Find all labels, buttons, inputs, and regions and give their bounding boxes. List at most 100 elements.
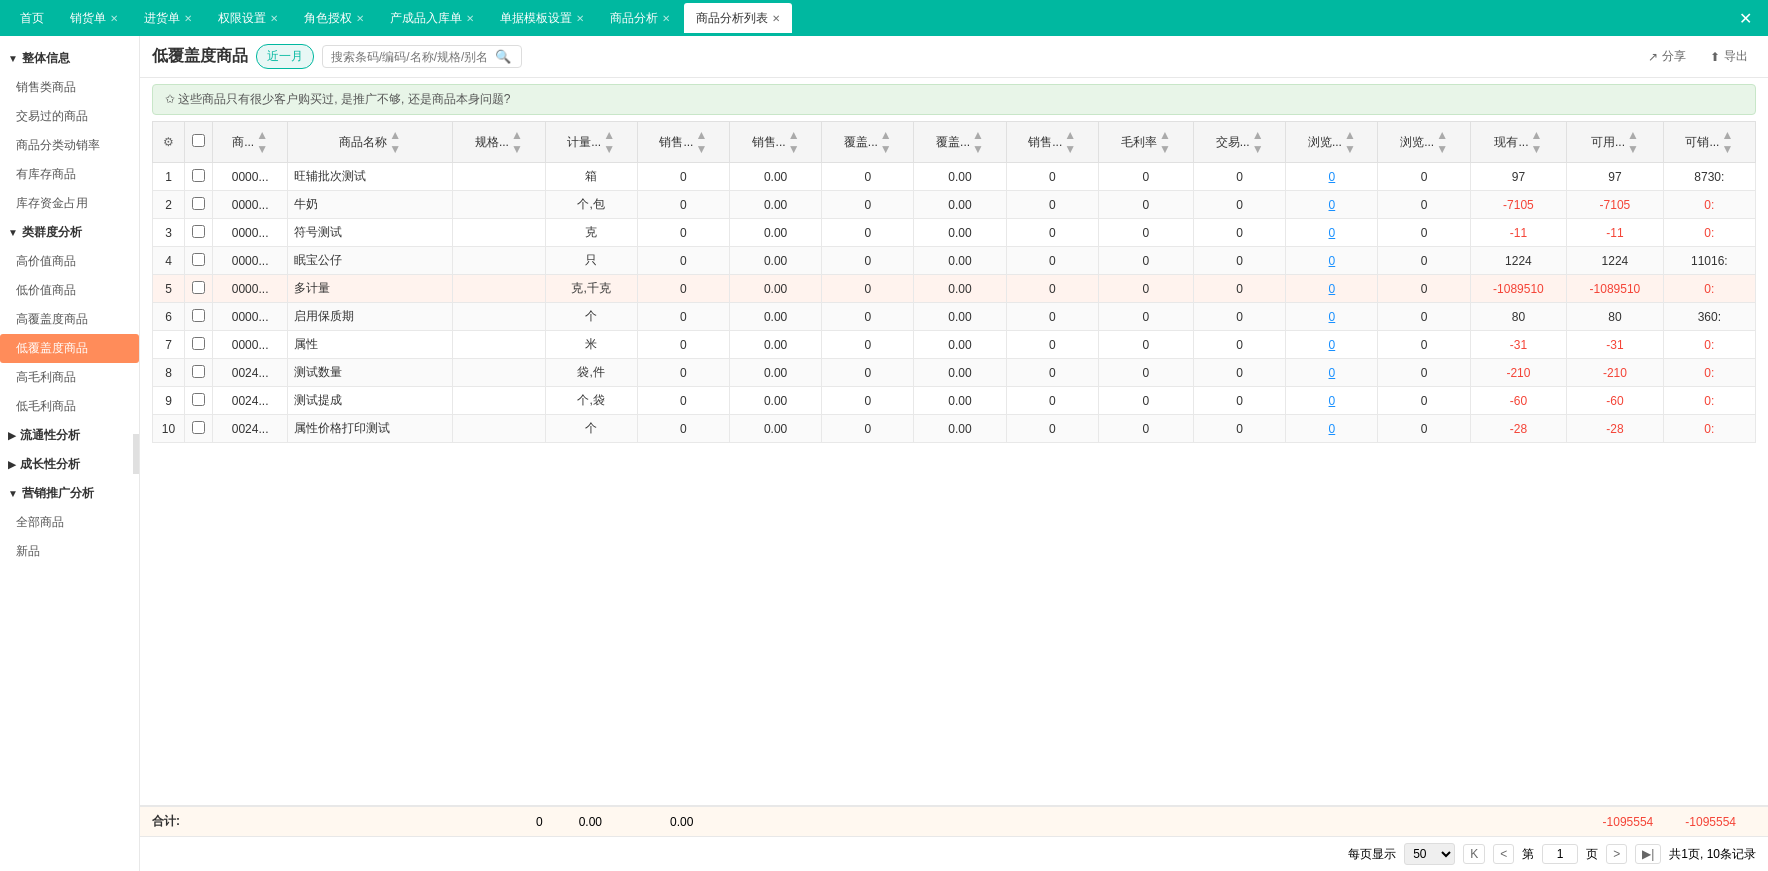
nav-template[interactable]: 单据模板设置 ✕ (488, 3, 596, 33)
sidebar-item-high-coverage[interactable]: 高覆盖度商品 (0, 305, 139, 334)
cell-check-2[interactable] (185, 219, 213, 247)
sidebar-item-traded-goods[interactable]: 交易过的商品 (0, 102, 139, 131)
cell-view1-0[interactable]: 0 (1286, 163, 1378, 191)
nav-analysis[interactable]: 商品分析 ✕ (598, 3, 682, 33)
nav-roles[interactable]: 角色授权 ✕ (292, 3, 376, 33)
sidebar-section-marketing[interactable]: ▼ 营销推广分析 (0, 479, 139, 508)
nav-permissions-close[interactable]: ✕ (270, 13, 278, 24)
search-input[interactable] (331, 50, 491, 64)
sidebar-item-new-goods[interactable]: 新品 (0, 537, 139, 566)
page-number-input[interactable] (1542, 844, 1578, 864)
col-gross-rate[interactable]: 毛利率▲▼ (1098, 122, 1193, 163)
cell-check-7[interactable] (185, 359, 213, 387)
cell-check-4[interactable] (185, 275, 213, 303)
col-sales-amount[interactable]: 销售...▲▼ (729, 122, 821, 163)
row-checkbox-5[interactable] (192, 309, 205, 322)
export-button[interactable]: ⬆ 导出 (1702, 45, 1756, 68)
row-checkbox-2[interactable] (192, 225, 205, 238)
nav-purchase-close[interactable]: ✕ (184, 13, 192, 24)
sidebar-section-flow[interactable]: ▶ 流通性分析 (0, 421, 139, 450)
sidebar-item-sales-goods[interactable]: 销售类商品 (0, 73, 139, 102)
cell-view1-2[interactable]: 0 (1286, 219, 1378, 247)
col-checkbox[interactable] (185, 122, 213, 163)
cell-check-8[interactable] (185, 387, 213, 415)
row-checkbox-7[interactable] (192, 365, 205, 378)
cell-view1-8[interactable]: 0 (1286, 387, 1378, 415)
sidebar-item-high-gross[interactable]: 高毛利商品 (0, 363, 139, 392)
col-trade[interactable]: 交易...▲▼ (1194, 122, 1286, 163)
nav-products-inbound-close[interactable]: ✕ (466, 13, 474, 24)
row-checkbox-9[interactable] (192, 421, 205, 434)
section-arrow-marketing: ▼ (8, 488, 18, 499)
filter-recent-month-button[interactable]: 近一月 (256, 44, 314, 69)
cell-view1-6[interactable]: 0 (1286, 331, 1378, 359)
nav-sales-close[interactable]: ✕ (110, 13, 118, 24)
row-checkbox-8[interactable] (192, 393, 205, 406)
last-page-button[interactable]: ▶| (1635, 844, 1661, 864)
row-checkbox-1[interactable] (192, 197, 205, 210)
nav-analysis-list-close[interactable]: ✕ (772, 13, 780, 24)
nav-purchase[interactable]: 进货单 ✕ (132, 3, 204, 33)
cell-view1-9[interactable]: 0 (1286, 415, 1378, 443)
window-close-button[interactable]: ✕ (1731, 5, 1760, 32)
nav-sales[interactable]: 销货单 ✕ (58, 3, 130, 33)
info-banner: ✩ 这些商品只有很少客户购买过, 是推广不够, 还是商品本身问题? (152, 84, 1756, 115)
col-sellable[interactable]: 可销...▲▼ (1663, 122, 1755, 163)
col-available-stock[interactable]: 可用...▲▼ (1567, 122, 1663, 163)
sidebar-item-capital[interactable]: 库存资金占用 (0, 189, 139, 218)
row-checkbox-3[interactable] (192, 253, 205, 266)
col-code[interactable]: 商...▲▼ (213, 122, 288, 163)
nav-analysis-close[interactable]: ✕ (662, 13, 670, 24)
share-button[interactable]: ↗ 分享 (1640, 45, 1694, 68)
cell-view1-7[interactable]: 0 (1286, 359, 1378, 387)
sidebar-item-low-gross[interactable]: 低毛利商品 (0, 392, 139, 421)
sidebar-item-high-value[interactable]: 高价值商品 (0, 247, 139, 276)
col-coverage2[interactable]: 覆盖...▲▼ (914, 122, 1006, 163)
sidebar-collapse-button[interactable]: 《 (133, 434, 140, 474)
col-current-stock[interactable]: 现有...▲▼ (1470, 122, 1566, 163)
page-size-select[interactable]: 50 20 100 (1404, 843, 1455, 865)
cell-check-5[interactable] (185, 303, 213, 331)
cell-view1-3[interactable]: 0 (1286, 247, 1378, 275)
nav-analysis-list[interactable]: 商品分析列表 ✕ (684, 3, 792, 33)
row-checkbox-6[interactable] (192, 337, 205, 350)
col-name[interactable]: 商品名称▲▼ (288, 122, 453, 163)
col-view2[interactable]: 浏览...▲▼ (1378, 122, 1470, 163)
sidebar-item-low-coverage[interactable]: 低覆盖度商品 (0, 334, 139, 363)
first-page-button[interactable]: K (1463, 844, 1485, 864)
nav-home[interactable]: 首页 (8, 3, 56, 33)
nav-permissions[interactable]: 权限设置 ✕ (206, 3, 290, 33)
row-checkbox-0[interactable] (192, 169, 205, 182)
prev-page-button[interactable]: < (1493, 844, 1514, 864)
col-unit[interactable]: 计量...▲▼ (545, 122, 637, 163)
cell-check-6[interactable] (185, 331, 213, 359)
col-sales-days[interactable]: 销售...▲▼ (1006, 122, 1098, 163)
nav-products-inbound[interactable]: 产成品入库单 ✕ (378, 3, 486, 33)
col-settings[interactable]: ⚙ (153, 122, 185, 163)
cell-check-1[interactable] (185, 191, 213, 219)
col-spec[interactable]: 规格...▲▼ (453, 122, 545, 163)
nav-roles-close[interactable]: ✕ (356, 13, 364, 24)
sidebar-section-overall[interactable]: ▼ 整体信息 (0, 44, 139, 73)
cell-avail-3: 1224 (1567, 247, 1663, 275)
cell-view1-1[interactable]: 0 (1286, 191, 1378, 219)
sidebar-item-category-rate[interactable]: 商品分类动销率 (0, 131, 139, 160)
nav-template-close[interactable]: ✕ (576, 13, 584, 24)
cell-check-3[interactable] (185, 247, 213, 275)
sidebar-section-growth[interactable]: ▶ 成长性分析 (0, 450, 139, 479)
cell-check-0[interactable] (185, 163, 213, 191)
cell-view1-5[interactable]: 0 (1286, 303, 1378, 331)
cell-view1-4[interactable]: 0 (1286, 275, 1378, 303)
sidebar-section-group[interactable]: ▼ 类群度分析 (0, 218, 139, 247)
sidebar-item-all-goods[interactable]: 全部商品 (0, 508, 139, 537)
col-sales-qty[interactable]: 销售...▲▼ (637, 122, 729, 163)
next-page-button[interactable]: > (1606, 844, 1627, 864)
sidebar-item-in-stock[interactable]: 有库存商品 (0, 160, 139, 189)
settings-icon[interactable]: ⚙ (163, 135, 174, 149)
row-checkbox-4[interactable] (192, 281, 205, 294)
col-coverage1[interactable]: 覆盖...▲▼ (822, 122, 914, 163)
sidebar-item-low-value[interactable]: 低价值商品 (0, 276, 139, 305)
select-all-checkbox[interactable] (192, 134, 205, 147)
col-view1[interactable]: 浏览...▲▼ (1286, 122, 1378, 163)
cell-check-9[interactable] (185, 415, 213, 443)
